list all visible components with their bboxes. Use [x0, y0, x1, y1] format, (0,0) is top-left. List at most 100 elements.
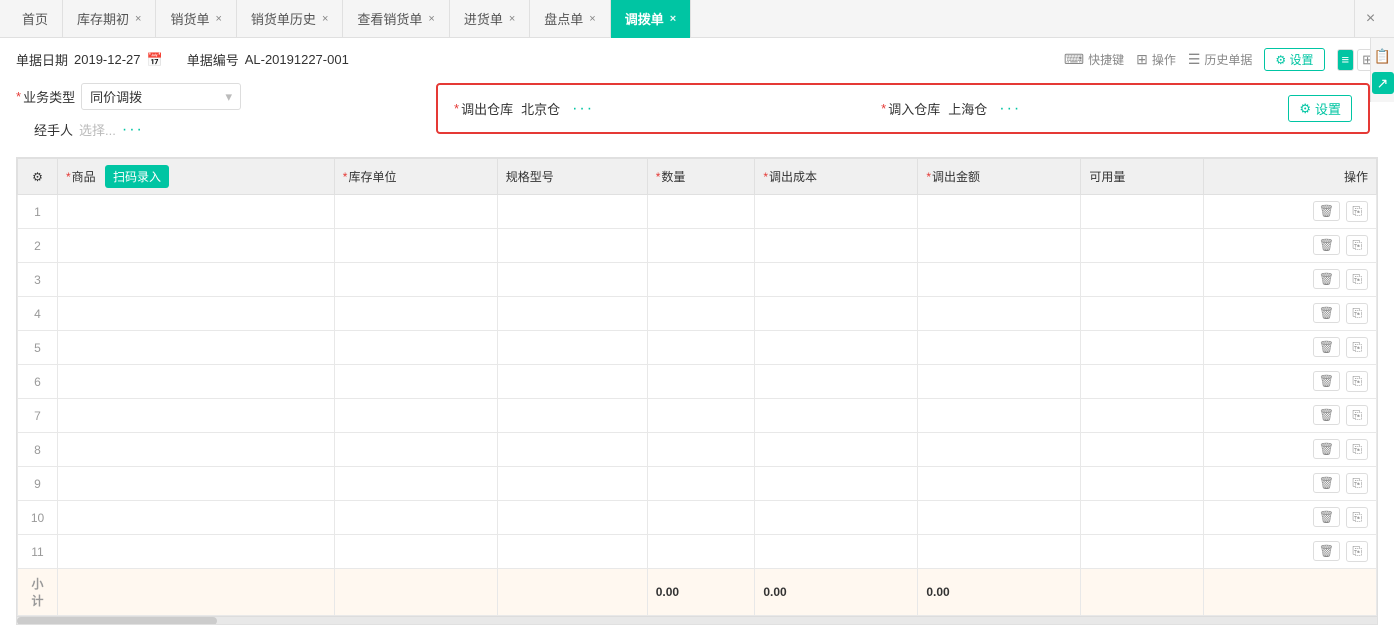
tab-sales-history[interactable]: 销货单历史 ×	[237, 0, 343, 38]
amount-cell[interactable]	[918, 399, 1081, 433]
cost-cell[interactable]	[755, 195, 918, 229]
cost-cell[interactable]	[755, 297, 918, 331]
close-icon[interactable]: ×	[509, 13, 515, 25]
delete-row-button[interactable]: 🗑	[1313, 201, 1340, 221]
cost-cell[interactable]	[755, 365, 918, 399]
spec-cell[interactable]	[497, 535, 647, 569]
history-button[interactable]: ☰ 历史单据	[1188, 51, 1253, 68]
unit-cell[interactable]	[334, 195, 497, 229]
product-cell[interactable]	[58, 195, 335, 229]
cost-cell[interactable]	[755, 331, 918, 365]
qty-cell[interactable]	[647, 229, 755, 263]
delete-row-button[interactable]: 🗑	[1313, 337, 1340, 357]
available-cell[interactable]	[1081, 297, 1203, 331]
business-type-select[interactable]: 同价调拨 ▾	[81, 83, 241, 110]
qty-cell[interactable]	[647, 195, 755, 229]
gear-column-header[interactable]: ⚙	[18, 159, 58, 195]
unit-cell[interactable]	[334, 501, 497, 535]
unit-cell[interactable]	[334, 297, 497, 331]
cost-cell[interactable]	[755, 467, 918, 501]
unit-cell[interactable]	[334, 365, 497, 399]
scan-button[interactable]: 扫码录入	[105, 165, 169, 188]
settings-button[interactable]: ⚙ 设置	[1264, 48, 1324, 71]
cost-cell[interactable]	[755, 399, 918, 433]
operation-button[interactable]: ⊞ 操作	[1136, 51, 1176, 68]
person-input[interactable]: 选择...	[79, 120, 116, 139]
qty-cell[interactable]	[647, 467, 755, 501]
copy-row-button[interactable]: ⎘	[1346, 405, 1368, 426]
copy-row-button[interactable]: ⎘	[1346, 337, 1368, 358]
amount-cell[interactable]	[918, 195, 1081, 229]
tab-inventory-init[interactable]: 库存期初 ×	[63, 0, 156, 38]
unit-cell[interactable]	[334, 535, 497, 569]
copy-row-button[interactable]: ⎘	[1346, 371, 1368, 392]
product-cell[interactable]	[58, 229, 335, 263]
delete-row-button[interactable]: 🗑	[1313, 405, 1340, 425]
amount-cell[interactable]	[918, 297, 1081, 331]
spec-cell[interactable]	[497, 433, 647, 467]
unit-cell[interactable]	[334, 331, 497, 365]
delete-row-button[interactable]: 🗑	[1313, 541, 1340, 561]
available-cell[interactable]	[1081, 263, 1203, 297]
spec-cell[interactable]	[497, 467, 647, 501]
spec-cell[interactable]	[497, 263, 647, 297]
copy-row-button[interactable]: ⎘	[1346, 235, 1368, 256]
unit-cell[interactable]	[334, 399, 497, 433]
product-cell[interactable]	[58, 331, 335, 365]
qty-cell[interactable]	[647, 331, 755, 365]
product-cell[interactable]	[58, 433, 335, 467]
close-icon[interactable]: ×	[428, 13, 434, 25]
qty-cell[interactable]	[647, 399, 755, 433]
close-icon[interactable]: ×	[215, 13, 221, 25]
delete-row-button[interactable]: 🗑	[1313, 507, 1340, 527]
delete-row-button[interactable]: 🗑	[1313, 235, 1340, 255]
amount-cell[interactable]	[918, 263, 1081, 297]
copy-row-button[interactable]: ⎘	[1346, 507, 1368, 528]
product-cell[interactable]	[58, 263, 335, 297]
product-cell[interactable]	[58, 365, 335, 399]
spec-cell[interactable]	[497, 195, 647, 229]
spec-cell[interactable]	[497, 501, 647, 535]
qty-cell[interactable]	[647, 297, 755, 331]
delete-row-button[interactable]: 🗑	[1313, 439, 1340, 459]
qty-cell[interactable]	[647, 263, 755, 297]
copy-row-button[interactable]: ⎘	[1346, 303, 1368, 324]
available-cell[interactable]	[1081, 467, 1203, 501]
transfer-out-more-icon[interactable]: ···	[572, 100, 594, 118]
tab-purchase[interactable]: 进货单 ×	[450, 0, 530, 38]
product-cell[interactable]	[58, 535, 335, 569]
qty-cell[interactable]	[647, 433, 755, 467]
qty-cell[interactable]	[647, 501, 755, 535]
form-settings-button[interactable]: ⚙ 设置	[1288, 95, 1352, 122]
sidebar-list-icon[interactable]: 📋	[1373, 46, 1393, 66]
unit-cell[interactable]	[334, 229, 497, 263]
product-cell[interactable]	[58, 501, 335, 535]
copy-row-button[interactable]: ⎘	[1346, 269, 1368, 290]
available-cell[interactable]	[1081, 433, 1203, 467]
tab-transfer[interactable]: 调拨单 ×	[611, 0, 691, 38]
delete-row-button[interactable]: 🗑	[1313, 371, 1340, 391]
close-icon[interactable]: ×	[322, 13, 328, 25]
spec-cell[interactable]	[497, 297, 647, 331]
cost-cell[interactable]	[755, 501, 918, 535]
available-cell[interactable]	[1081, 501, 1203, 535]
product-cell[interactable]	[58, 297, 335, 331]
unit-cell[interactable]	[334, 433, 497, 467]
close-icon[interactable]: ×	[135, 13, 141, 25]
calendar-icon[interactable]: 📅	[147, 52, 163, 68]
cost-cell[interactable]	[755, 263, 918, 297]
amount-cell[interactable]	[918, 365, 1081, 399]
tab-inventory-check[interactable]: 盘点单 ×	[530, 0, 610, 38]
product-cell[interactable]	[58, 399, 335, 433]
spec-cell[interactable]	[497, 399, 647, 433]
amount-cell[interactable]	[918, 433, 1081, 467]
view-list-button[interactable]: ≡	[1337, 49, 1355, 71]
shortcut-button[interactable]: ⌨ 快捷键	[1064, 51, 1124, 68]
amount-cell[interactable]	[918, 535, 1081, 569]
available-cell[interactable]	[1081, 229, 1203, 263]
delete-row-button[interactable]: 🗑	[1313, 303, 1340, 323]
available-cell[interactable]	[1081, 535, 1203, 569]
delete-row-button[interactable]: 🗑	[1313, 473, 1340, 493]
transfer-in-more-icon[interactable]: ···	[999, 100, 1021, 118]
amount-cell[interactable]	[918, 467, 1081, 501]
